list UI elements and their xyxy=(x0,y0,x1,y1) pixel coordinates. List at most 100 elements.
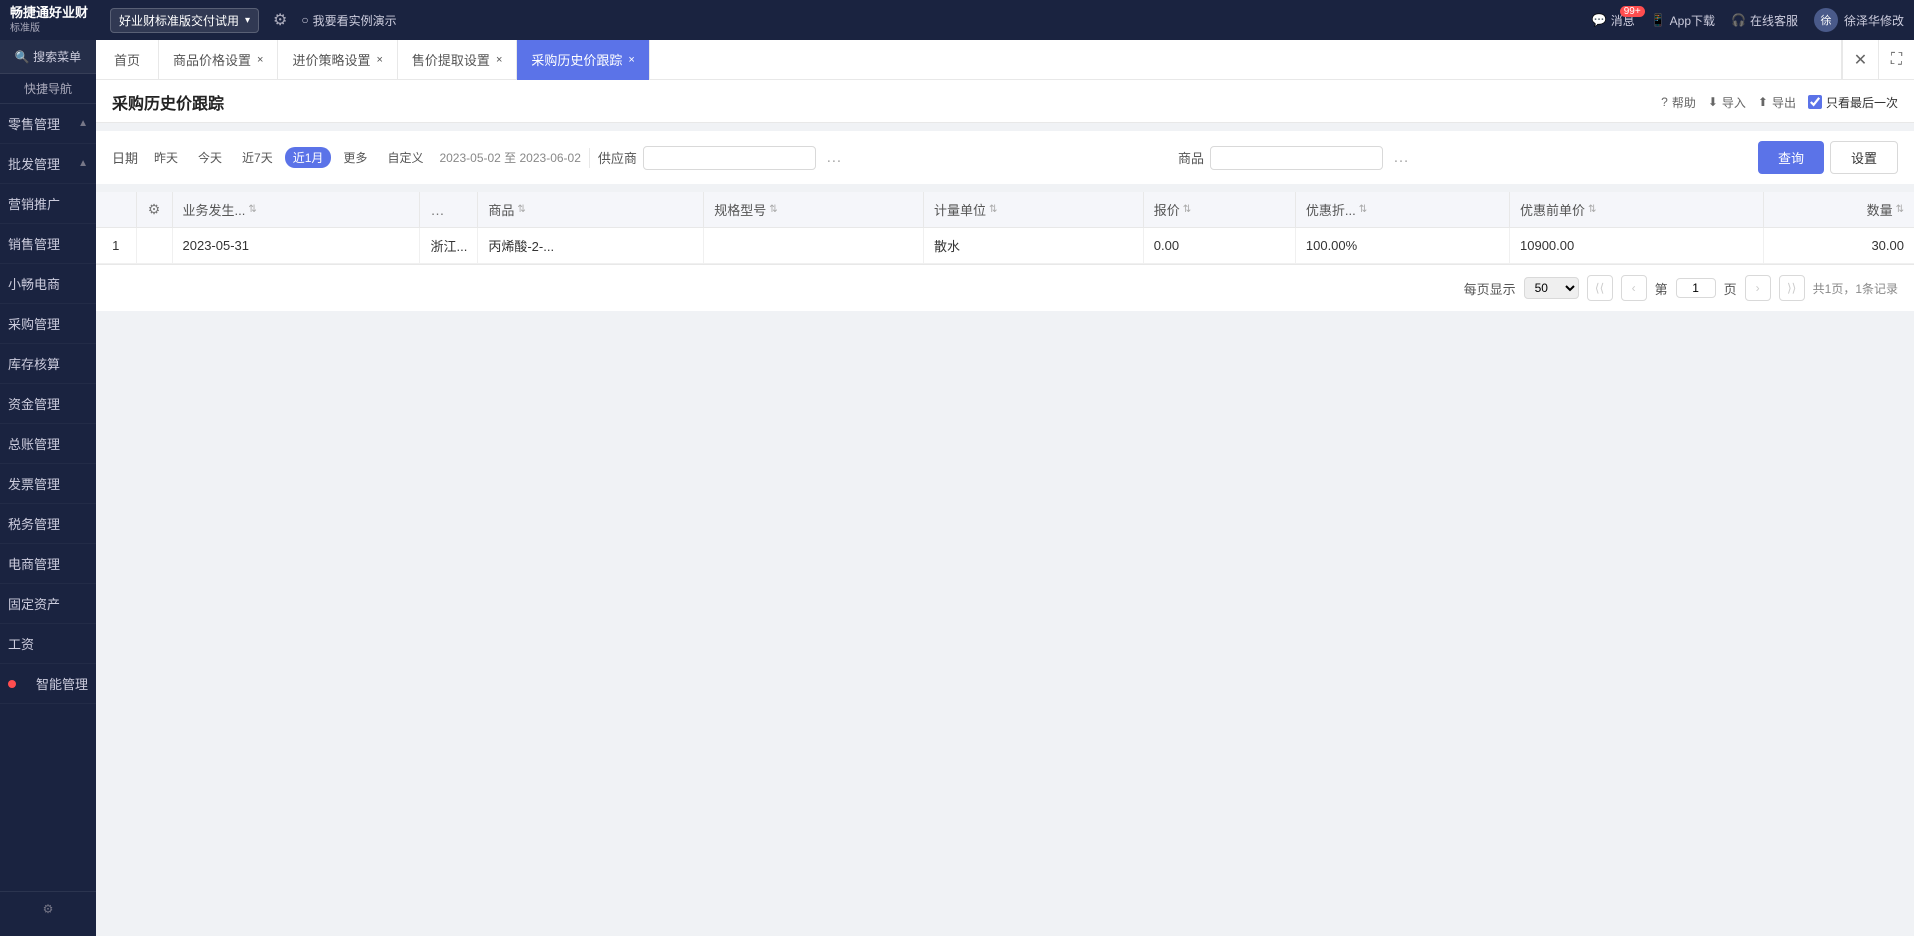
message-badge: 99+ xyxy=(1620,6,1645,17)
arrow-icon: ▲ xyxy=(78,158,88,169)
demo-link[interactable]: ○ 我要看实例演示 xyxy=(301,12,396,29)
sidebar-item-sales[interactable]: 销售管理 xyxy=(0,224,96,264)
last-page-btn[interactable]: ⟩⟩ xyxy=(1779,275,1805,301)
th-quantity[interactable]: 数量 ⇅ xyxy=(1763,192,1914,228)
page-size-select[interactable]: 50 100 200 xyxy=(1524,277,1579,299)
tab-history-price[interactable]: 采购历史价跟踪 × xyxy=(517,40,649,80)
settings-icon[interactable]: ⚙ xyxy=(269,6,291,34)
app-logo: 畅捷通好业财 标准版 xyxy=(10,5,100,35)
sidebar-item-label: 电商管理 xyxy=(8,554,60,573)
gear-icon[interactable]: ⚙ xyxy=(148,201,161,217)
th-business-date[interactable]: 业务发生... ⇅ xyxy=(172,192,420,228)
date-shortcut-custom[interactable]: 自定义 xyxy=(379,147,431,168)
close-icon[interactable]: × xyxy=(496,54,502,66)
sidebar-item-purchase[interactable]: 采购管理 xyxy=(0,304,96,344)
import-btn[interactable]: ⬇ 导入 xyxy=(1708,94,1746,111)
close-icon[interactable]: × xyxy=(376,54,382,66)
app-download-btn[interactable]: 📱 App下载 xyxy=(1651,12,1715,29)
logo-sub: 标准版 xyxy=(10,22,100,35)
sidebar: 🔍 搜索菜单 快捷导航 零售管理 ▲ 批发管理 ▲ 营销推广 销售管理 小畅电商… xyxy=(0,40,96,936)
sidebar-item-finance[interactable]: 资金管理 xyxy=(0,384,96,424)
sidebar-item-smart[interactable]: 智能管理 xyxy=(0,664,96,704)
sidebar-item-retail[interactable]: 零售管理 ▲ xyxy=(0,104,96,144)
sidebar-search[interactable]: 🔍 搜索菜单 xyxy=(0,40,96,74)
filter-actions: 查询 设置 xyxy=(1758,141,1898,174)
tab-sale-strategy[interactable]: 售价提取设置 × xyxy=(398,40,517,80)
tab-bar: 首页 商品价格设置 × 进价策略设置 × 售价提取设置 × 采购历史价跟踪 × … xyxy=(96,40,1914,80)
th-gear[interactable]: ⚙ xyxy=(136,192,172,228)
sidebar-item-invoice[interactable]: 发票管理 xyxy=(0,464,96,504)
sidebar-nav[interactable]: 快捷导航 xyxy=(0,74,96,104)
th-spec[interactable]: 规格型号 ⇅ xyxy=(704,192,924,228)
sidebar-item-label: 固定资产 xyxy=(8,594,60,613)
version-label: 好业财标准版交付试用 xyxy=(119,12,239,29)
sidebar-settings-btn[interactable]: ⚙ xyxy=(0,891,96,926)
version-selector[interactable]: 好业财标准版交付试用 ▾ xyxy=(110,8,259,33)
next-page-btn[interactable]: › xyxy=(1745,275,1771,301)
help-btn[interactable]: ? 帮助 xyxy=(1661,94,1696,111)
td-pre-discount-price: 10900.00 xyxy=(1510,228,1764,264)
close-icon[interactable]: × xyxy=(257,54,263,66)
total-info: 共1页，1条记录 xyxy=(1813,280,1898,297)
export-btn[interactable]: ⬆ 导出 xyxy=(1758,94,1796,111)
sidebar-item-inventory[interactable]: 库存核算 xyxy=(0,344,96,384)
only-last-wrap: 只看最后一次 xyxy=(1808,94,1898,111)
tab-expand-btn[interactable]: ⛶ xyxy=(1878,40,1914,80)
date-shortcut-today[interactable]: 今天 xyxy=(190,147,230,168)
query-btn[interactable]: 查询 xyxy=(1758,141,1824,174)
th-product[interactable]: 商品 ⇅ xyxy=(478,192,704,228)
page-input[interactable] xyxy=(1676,278,1716,298)
sidebar-item-label: 批发管理 xyxy=(8,154,60,173)
date-shortcut-yesterday[interactable]: 昨天 xyxy=(146,147,186,168)
demo-label: 我要看实例演示 xyxy=(313,12,397,29)
th-pre-discount-price[interactable]: 优惠前单价 ⇅ xyxy=(1510,192,1764,228)
tab-home[interactable]: 首页 xyxy=(96,40,159,80)
th-quoted-price[interactable]: 报价 ⇅ xyxy=(1143,192,1295,228)
message-btn[interactable]: 💬 消息 99+ xyxy=(1592,12,1635,29)
date-shortcut-last-month[interactable]: 近1月 xyxy=(285,147,332,168)
sort-icon: ⇅ xyxy=(1359,204,1367,215)
supplier-more-btn[interactable]: … xyxy=(822,149,846,167)
main-layout: 🔍 搜索菜单 快捷导航 零售管理 ▲ 批发管理 ▲ 营销推广 销售管理 小畅电商… xyxy=(0,40,1914,936)
th-unit[interactable]: 计量单位 ⇅ xyxy=(923,192,1143,228)
product-input[interactable] xyxy=(1210,146,1383,170)
prev-page-btn[interactable]: ‹ xyxy=(1621,275,1647,301)
th-spec-label: 规格型号 xyxy=(714,200,766,219)
first-page-btn[interactable]: ⟨⟨ xyxy=(1587,275,1613,301)
sidebar-item-label: 采购管理 xyxy=(8,314,60,333)
sidebar-item-marketing[interactable]: 营销推广 xyxy=(0,184,96,224)
sidebar-item-tax[interactable]: 税务管理 xyxy=(0,504,96,544)
page-header: 采购历史价跟踪 ? 帮助 ⬇ 导入 ⬆ 导出 xyxy=(96,80,1914,123)
th-discount[interactable]: 优惠折... ⇅ xyxy=(1295,192,1509,228)
search-icon: 🔍 xyxy=(15,50,30,64)
tab-price[interactable]: 商品价格设置 × xyxy=(159,40,278,80)
supplier-filter-wrap: 供应商 … xyxy=(598,146,1170,170)
date-range-text: 2023-05-02 至 2023-06-02 xyxy=(439,149,580,166)
user-info[interactable]: 徐 徐泽华修改 xyxy=(1814,8,1904,32)
more-icon[interactable]: … xyxy=(430,202,444,218)
date-shortcut-more[interactable]: 更多 xyxy=(335,147,375,168)
supplier-input[interactable] xyxy=(643,146,816,170)
sidebar-item-payroll[interactable]: 工资 xyxy=(0,624,96,664)
date-shortcut-last7[interactable]: 近7天 xyxy=(234,147,281,168)
sidebar-item-label: 税务管理 xyxy=(8,514,60,533)
product-more-btn[interactable]: … xyxy=(1389,149,1413,167)
prev-page-icon: ‹ xyxy=(1632,281,1636,295)
sidebar-item-general-ledger[interactable]: 总账管理 xyxy=(0,424,96,464)
close-icon[interactable]: × xyxy=(628,54,634,66)
sidebar-item-ecommerce[interactable]: 电商管理 xyxy=(0,544,96,584)
message-icon: 💬 xyxy=(1592,13,1607,27)
sidebar-item-fixed-assets[interactable]: 固定资产 xyxy=(0,584,96,624)
sidebar-item-ecommerce-small[interactable]: 小畅电商 xyxy=(0,264,96,304)
sidebar-item-label: 工资 xyxy=(8,634,34,653)
tab-purchase-strategy[interactable]: 进价策略设置 × xyxy=(278,40,397,80)
tab-close-btn[interactable]: ✕ xyxy=(1842,40,1878,80)
import-label: 导入 xyxy=(1722,94,1746,111)
th-ellipsis[interactable]: … xyxy=(420,192,478,228)
product-label: 商品 xyxy=(1178,148,1204,167)
sidebar-item-wholesale[interactable]: 批发管理 ▲ xyxy=(0,144,96,184)
table-header-row: ⚙ 业务发生... ⇅ … xyxy=(96,192,1914,228)
only-last-checkbox[interactable] xyxy=(1808,95,1822,109)
settings-btn[interactable]: 设置 xyxy=(1830,141,1898,174)
online-service-btn[interactable]: 🎧 在线客服 xyxy=(1731,12,1798,29)
